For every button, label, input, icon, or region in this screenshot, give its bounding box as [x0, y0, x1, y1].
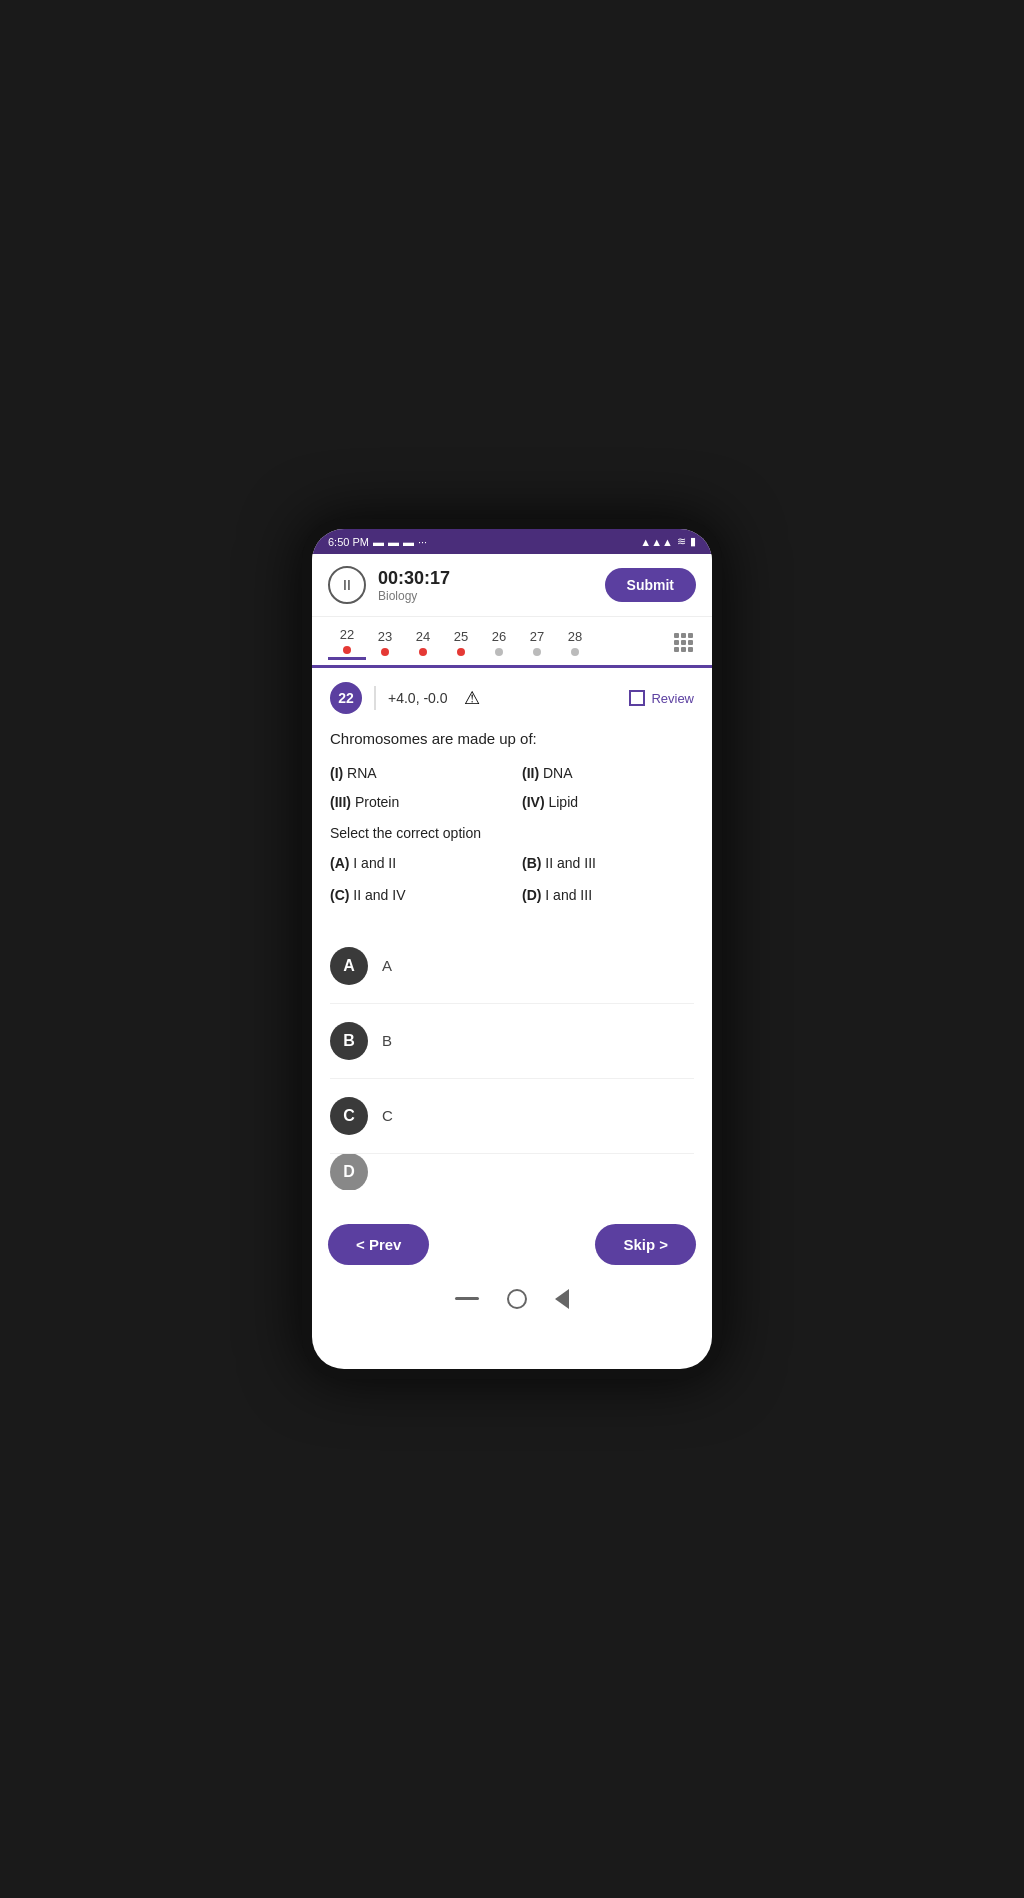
- question-meta: 22 +4.0, -0.0 ⚠ Review: [330, 682, 694, 714]
- wifi-icon: ≋: [677, 535, 686, 548]
- nav-item-23[interactable]: 23: [366, 629, 404, 664]
- android-nav-bar: [312, 1279, 712, 1313]
- nav-dot-25: [457, 648, 465, 656]
- nav-item-25[interactable]: 25: [442, 629, 480, 664]
- review-checkbox[interactable]: [629, 690, 645, 706]
- header-left: II 00:30:17 Biology: [328, 566, 450, 604]
- answer-circle-C: C: [330, 1097, 368, 1135]
- nav-item-27[interactable]: 27: [518, 629, 556, 664]
- back-icon[interactable]: [555, 1289, 569, 1309]
- phone-outer: 6:50 PM ▬ ▬ ▬ ··· ▲▲▲ ≋ ▮ II 00:30:17: [302, 519, 722, 1379]
- correct-option-B: (B) II and III: [522, 849, 694, 877]
- answer-label-A: A: [382, 957, 392, 974]
- prev-button[interactable]: < Prev: [328, 1224, 429, 1265]
- timer-display: 00:30:17: [378, 568, 450, 589]
- select-label: Select the correct option: [330, 825, 694, 841]
- submit-button[interactable]: Submit: [605, 568, 696, 602]
- nav-num-26: 26: [492, 629, 506, 644]
- score-label: +4.0, -0.0: [388, 690, 448, 706]
- question-nav: 22 23 24 25 26: [312, 617, 712, 668]
- nav-dot-24: [419, 648, 427, 656]
- review-button[interactable]: Review: [629, 690, 694, 706]
- nav-dot-28: [571, 648, 579, 656]
- question-text: Chromosomes are made up of:: [330, 728, 694, 751]
- answer-label-B: B: [382, 1032, 392, 1049]
- grid-dot: [681, 640, 686, 645]
- sub-option-III: (III) Protein: [330, 790, 502, 815]
- answer-options: A A B B C C D: [312, 919, 712, 1200]
- nav-num-23: 23: [378, 629, 392, 644]
- sub-option-II: (II) DNA: [522, 761, 694, 786]
- msg-icon2: ▬: [388, 536, 399, 548]
- answer-row-C[interactable]: C C: [330, 1079, 694, 1154]
- nav-row: 22 23 24 25 26: [328, 627, 696, 665]
- answer-circle-D: D: [330, 1154, 368, 1190]
- nav-item-28[interactable]: 28: [556, 629, 594, 664]
- answer-row-D[interactable]: D: [330, 1154, 694, 1190]
- question-number-badge: 22: [330, 682, 362, 714]
- correct-option-C: (C) II and IV: [330, 881, 502, 909]
- grid-dot: [674, 647, 679, 652]
- correct-options-grid: (A) I and II (B) II and III (C) II and I…: [330, 849, 694, 909]
- warning-icon: ⚠: [464, 687, 480, 709]
- active-bar: [328, 657, 366, 660]
- bottom-nav: < Prev Skip >: [312, 1210, 712, 1279]
- dots-icon: ···: [418, 536, 427, 548]
- grid-dot: [688, 633, 693, 638]
- nav-num-27: 27: [530, 629, 544, 644]
- nav-dot-27: [533, 648, 541, 656]
- nav-item-22[interactable]: 22: [328, 627, 366, 665]
- nav-num-24: 24: [416, 629, 430, 644]
- correct-option-A: (A) I and II: [330, 849, 502, 877]
- header: II 00:30:17 Biology Submit: [312, 554, 712, 617]
- status-bar: 6:50 PM ▬ ▬ ▬ ··· ▲▲▲ ≋ ▮: [312, 529, 712, 554]
- sub-option-IV: (IV) Lipid: [522, 790, 694, 815]
- timer-block: 00:30:17 Biology: [378, 568, 450, 603]
- sub-option-I: (I) RNA: [330, 761, 502, 786]
- time-label: 6:50 PM: [328, 536, 369, 548]
- grid-dot: [688, 640, 693, 645]
- home-icon[interactable]: [507, 1289, 527, 1309]
- signal-icon: ▲▲▲: [640, 536, 673, 548]
- nav-dot-26: [495, 648, 503, 656]
- grid-view-button[interactable]: [674, 633, 696, 660]
- pause-icon: II: [343, 577, 351, 593]
- msg-icon1: ▬: [373, 536, 384, 548]
- subject-label: Biology: [378, 589, 450, 603]
- skip-button[interactable]: Skip >: [595, 1224, 696, 1265]
- review-label: Review: [651, 691, 694, 706]
- recent-apps-icon[interactable]: [455, 1297, 479, 1300]
- grid-dot: [681, 633, 686, 638]
- nav-item-26[interactable]: 26: [480, 629, 518, 664]
- answer-label-C: C: [382, 1107, 393, 1124]
- grid-dot: [681, 647, 686, 652]
- nav-num-25: 25: [454, 629, 468, 644]
- nav-item-24[interactable]: 24: [404, 629, 442, 664]
- question-section: 22 +4.0, -0.0 ⚠ Review Chromosomes are m…: [312, 668, 712, 919]
- battery-icon: ▮: [690, 535, 696, 548]
- pause-button[interactable]: II: [328, 566, 366, 604]
- nav-num-28: 28: [568, 629, 582, 644]
- correct-option-D: (D) I and III: [522, 881, 694, 909]
- nav-dot-23: [381, 648, 389, 656]
- nav-num-22: 22: [340, 627, 354, 642]
- meta-divider: [374, 686, 376, 710]
- sub-options-grid: (I) RNA (II) DNA (III) Protein (IV) Lipi…: [330, 761, 694, 815]
- answer-circle-B: B: [330, 1022, 368, 1060]
- answer-circle-A: A: [330, 947, 368, 985]
- msg-icon3: ▬: [403, 536, 414, 548]
- grid-dot: [674, 640, 679, 645]
- status-time: 6:50 PM ▬ ▬ ▬ ···: [328, 536, 427, 548]
- answer-row-A[interactable]: A A: [330, 929, 694, 1004]
- grid-dot: [688, 647, 693, 652]
- grid-dot: [674, 633, 679, 638]
- status-right: ▲▲▲ ≋ ▮: [640, 535, 696, 548]
- answer-row-B[interactable]: B B: [330, 1004, 694, 1079]
- nav-dot-22: [343, 646, 351, 654]
- phone-screen: 6:50 PM ▬ ▬ ▬ ··· ▲▲▲ ≋ ▮ II 00:30:17: [312, 529, 712, 1369]
